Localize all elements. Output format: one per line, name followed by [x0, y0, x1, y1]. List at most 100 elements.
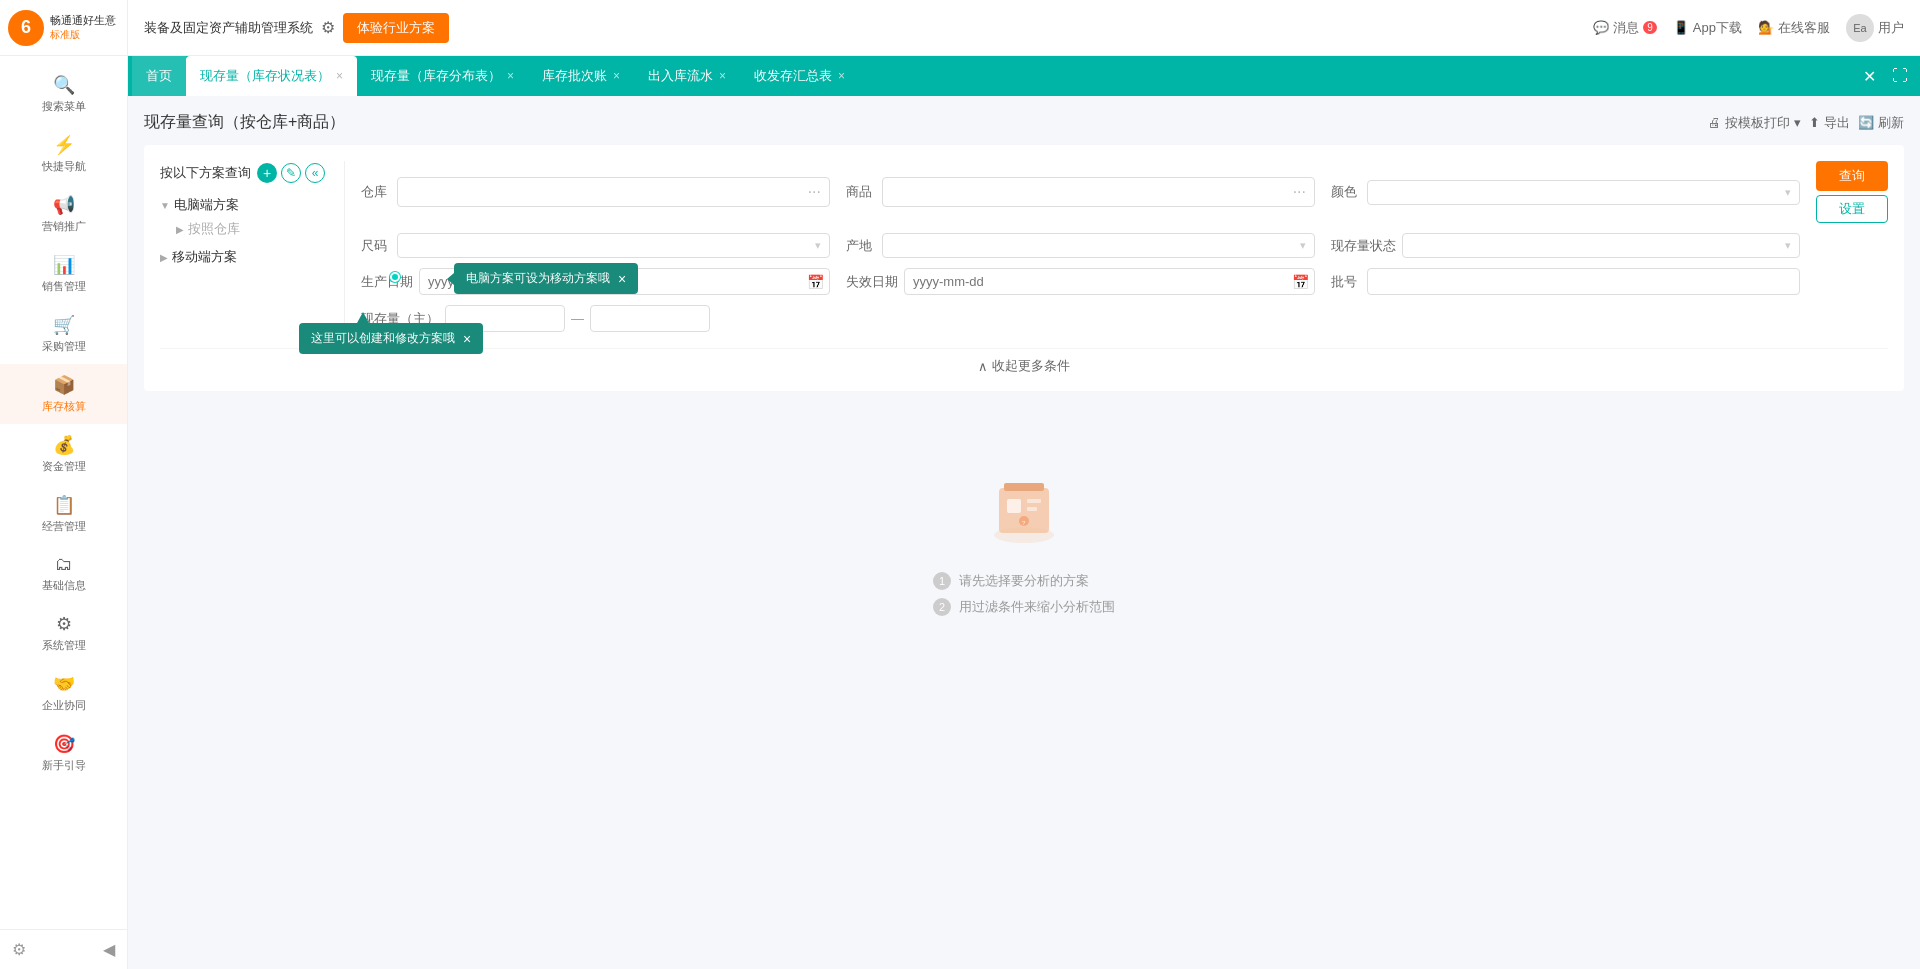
filter-header-label: 按以下方案查询 [160, 164, 251, 182]
empty-step2-text: 用过滤条件来缩小分析范围 [959, 598, 1115, 616]
scheme-pc-node[interactable]: ▼ 电脑端方案 [160, 193, 332, 217]
settings-footer-icon[interactable]: ⚙ [12, 940, 26, 959]
message-button[interactable]: 💬 消息 9 [1593, 19, 1657, 37]
empty-step1-text: 请先选择要分析的方案 [959, 572, 1089, 590]
inv-status-select[interactable]: ▾ [1402, 233, 1800, 258]
tab-receive-summary[interactable]: 收发存汇总表 × [740, 56, 859, 96]
warehouse-input[interactable] [406, 185, 808, 200]
color-select[interactable]: ▾ [1367, 180, 1800, 205]
sidebar-item-enterprise[interactable]: 🤝 企业协同 [0, 663, 127, 723]
sidebar-item-sales[interactable]: 📊 销售管理 [0, 244, 127, 304]
add-scheme-button[interactable]: + [257, 163, 277, 183]
tab-inout-flow-label: 出入库流水 [648, 67, 713, 85]
filter-expiry-date-field: 失效日期 📅 [846, 268, 1315, 295]
sidebar-item-operation[interactable]: 📋 经营管理 [0, 484, 127, 544]
product-input-wrapper: ··· [882, 177, 1315, 207]
scheme-wh-node[interactable]: ▶ 按照仓库 [176, 217, 332, 241]
tooltip-scheme-pc: 电脑方案可设为移动方案哦 × [454, 263, 638, 294]
prod-date-calendar-icon[interactable]: 📅 [807, 274, 824, 290]
sidebar-item-inventory[interactable]: 📦 库存核算 [0, 364, 127, 424]
topbar-left: 装备及固定资产辅助管理系统 ⚙ 体验行业方案 [144, 13, 449, 43]
sidebar-item-marketing[interactable]: 📢 营销推广 [0, 184, 127, 244]
batch-input[interactable] [1367, 268, 1800, 295]
filter-color-field: 颜色 ▾ [1331, 180, 1800, 205]
search-icon: 🔍 [53, 74, 75, 96]
reset-button[interactable]: 设置 [1816, 195, 1888, 223]
tab-home[interactable]: 首页 [132, 56, 186, 96]
page-header: 现存量查询（按仓库+商品） 🖨 按模板打印 ▾ ⬆ 导出 🔄 刷新 [144, 112, 1904, 133]
system-title: 装备及固定资产辅助管理系统 [144, 19, 313, 37]
origin-label: 产地 [846, 237, 876, 255]
svg-rect-3 [1007, 499, 1021, 513]
sidebar-item-guide[interactable]: ⚡ 快捷导航 [0, 124, 127, 184]
tab-batch-ledger-label: 库存批次账 [542, 67, 607, 85]
product-input[interactable] [891, 185, 1293, 200]
sidebar-item-search[interactable]: 🔍 搜索菜单 [0, 64, 127, 124]
filter-batch-field: 批号 [1331, 268, 1800, 295]
arrow-scheme-button[interactable]: « [305, 163, 325, 183]
warehouse-dots-icon[interactable]: ··· [808, 183, 821, 201]
tab-receive-summary-label: 收发存汇总表 [754, 67, 832, 85]
empty-state: ? 1 请先选择要分析的方案 2 用过滤条件来缩小分析范围 [144, 403, 1904, 676]
origin-select[interactable]: ▾ [882, 233, 1315, 258]
main-area: 装备及固定资产辅助管理系统 ⚙ 体验行业方案 💬 消息 9 📱 App下载 💁 … [128, 0, 1920, 969]
filter-card: 按以下方案查询 + ✎ « ▼ 电脑端方案 [144, 145, 1904, 391]
expiry-date-input[interactable] [904, 268, 1315, 295]
tab-close-all[interactable]: ✕ [1855, 67, 1884, 86]
size-select[interactable]: ▾ [397, 233, 830, 258]
template-print-button[interactable]: 🖨 按模板打印 ▾ [1708, 114, 1801, 132]
sidebar: 6 畅通通好生意 标准版 🔍 搜索菜单 ⚡ 快捷导航 📢 营销推广 📊 销售管理… [0, 0, 128, 969]
purchase-icon: 🛒 [53, 314, 75, 336]
refresh-button[interactable]: 🔄 刷新 [1858, 114, 1904, 132]
size-label: 尺码 [361, 237, 391, 255]
tab-inout-flow-close[interactable]: × [719, 69, 726, 83]
tab-home-label: 首页 [146, 67, 172, 85]
tooltip2-close[interactable]: × [463, 331, 471, 347]
app-download-button[interactable]: 📱 App下载 [1673, 19, 1742, 37]
expiry-date-calendar-icon[interactable]: 📅 [1292, 274, 1309, 290]
tab-batch-ledger-close[interactable]: × [613, 69, 620, 83]
arrow-right-mobile-icon: ▶ [160, 252, 168, 263]
empty-step1: 1 请先选择要分析的方案 [933, 572, 1115, 590]
tab-bar: 首页 现存量（库存状况表） × 现存量（库存分布表） × 库存批次账 × 出入库… [128, 56, 1920, 96]
size-arrow-icon: ▾ [815, 239, 821, 252]
sidebar-item-finance[interactable]: 💰 资金管理 [0, 424, 127, 484]
template-print-label: 按模板打印 [1725, 114, 1790, 132]
qty-range-separator: — [571, 311, 584, 326]
sidebar-item-system[interactable]: ⚙ 系统管理 [0, 603, 127, 663]
query-button[interactable]: 查询 [1816, 161, 1888, 191]
online-service-button[interactable]: 💁 在线客服 [1758, 19, 1830, 37]
tab-inventory-dist[interactable]: 现存量（库存分布表） × [357, 56, 528, 96]
tooltip1-close[interactable]: × [618, 271, 626, 287]
sidebar-item-purchase[interactable]: 🛒 采购管理 [0, 304, 127, 364]
template-arrow-icon: ▾ [1794, 115, 1801, 130]
user-label: 用户 [1878, 19, 1904, 37]
enterprise-icon: 🤝 [53, 673, 75, 695]
tab-inventory-status[interactable]: 现存量（库存状况表） × [186, 56, 357, 96]
edit-scheme-button[interactable]: ✎ [281, 163, 301, 183]
user-menu[interactable]: Ea 用户 [1846, 14, 1904, 42]
tab-inventory-dist-close[interactable]: × [507, 69, 514, 83]
sidebar-item-newbie[interactable]: 🎯 新手引导 [0, 723, 127, 783]
system-icon: ⚙ [56, 613, 72, 635]
collapse-button[interactable]: ∧ 收起更多条件 [978, 357, 1070, 375]
collapse-icon[interactable]: ◀ [103, 940, 115, 959]
tab-inventory-dist-label: 现存量（库存分布表） [371, 67, 501, 85]
settings-icon[interactable]: ⚙ [321, 18, 335, 37]
tab-inout-flow[interactable]: 出入库流水 × [634, 56, 740, 96]
qty-main-max-input[interactable] [590, 305, 710, 332]
page-title: 现存量查询（按仓库+商品） [144, 112, 345, 133]
tab-inventory-status-close[interactable]: × [336, 69, 343, 83]
sidebar-item-basic[interactable]: 🗂 基础信息 [0, 544, 127, 603]
color-arrow-icon: ▾ [1785, 186, 1791, 199]
export-label: 导出 [1824, 114, 1850, 132]
app-download-label: App下载 [1693, 19, 1742, 37]
tab-expand[interactable]: ⛶ [1884, 67, 1916, 85]
trial-button[interactable]: 体验行业方案 [343, 13, 449, 43]
product-dots-icon[interactable]: ··· [1293, 183, 1306, 201]
tab-batch-ledger[interactable]: 库存批次账 × [528, 56, 634, 96]
message-label: 消息 [1613, 19, 1639, 37]
scheme-mobile-node[interactable]: ▶ 移动端方案 [160, 245, 332, 269]
tab-receive-summary-close[interactable]: × [838, 69, 845, 83]
export-button[interactable]: ⬆ 导出 [1809, 114, 1850, 132]
